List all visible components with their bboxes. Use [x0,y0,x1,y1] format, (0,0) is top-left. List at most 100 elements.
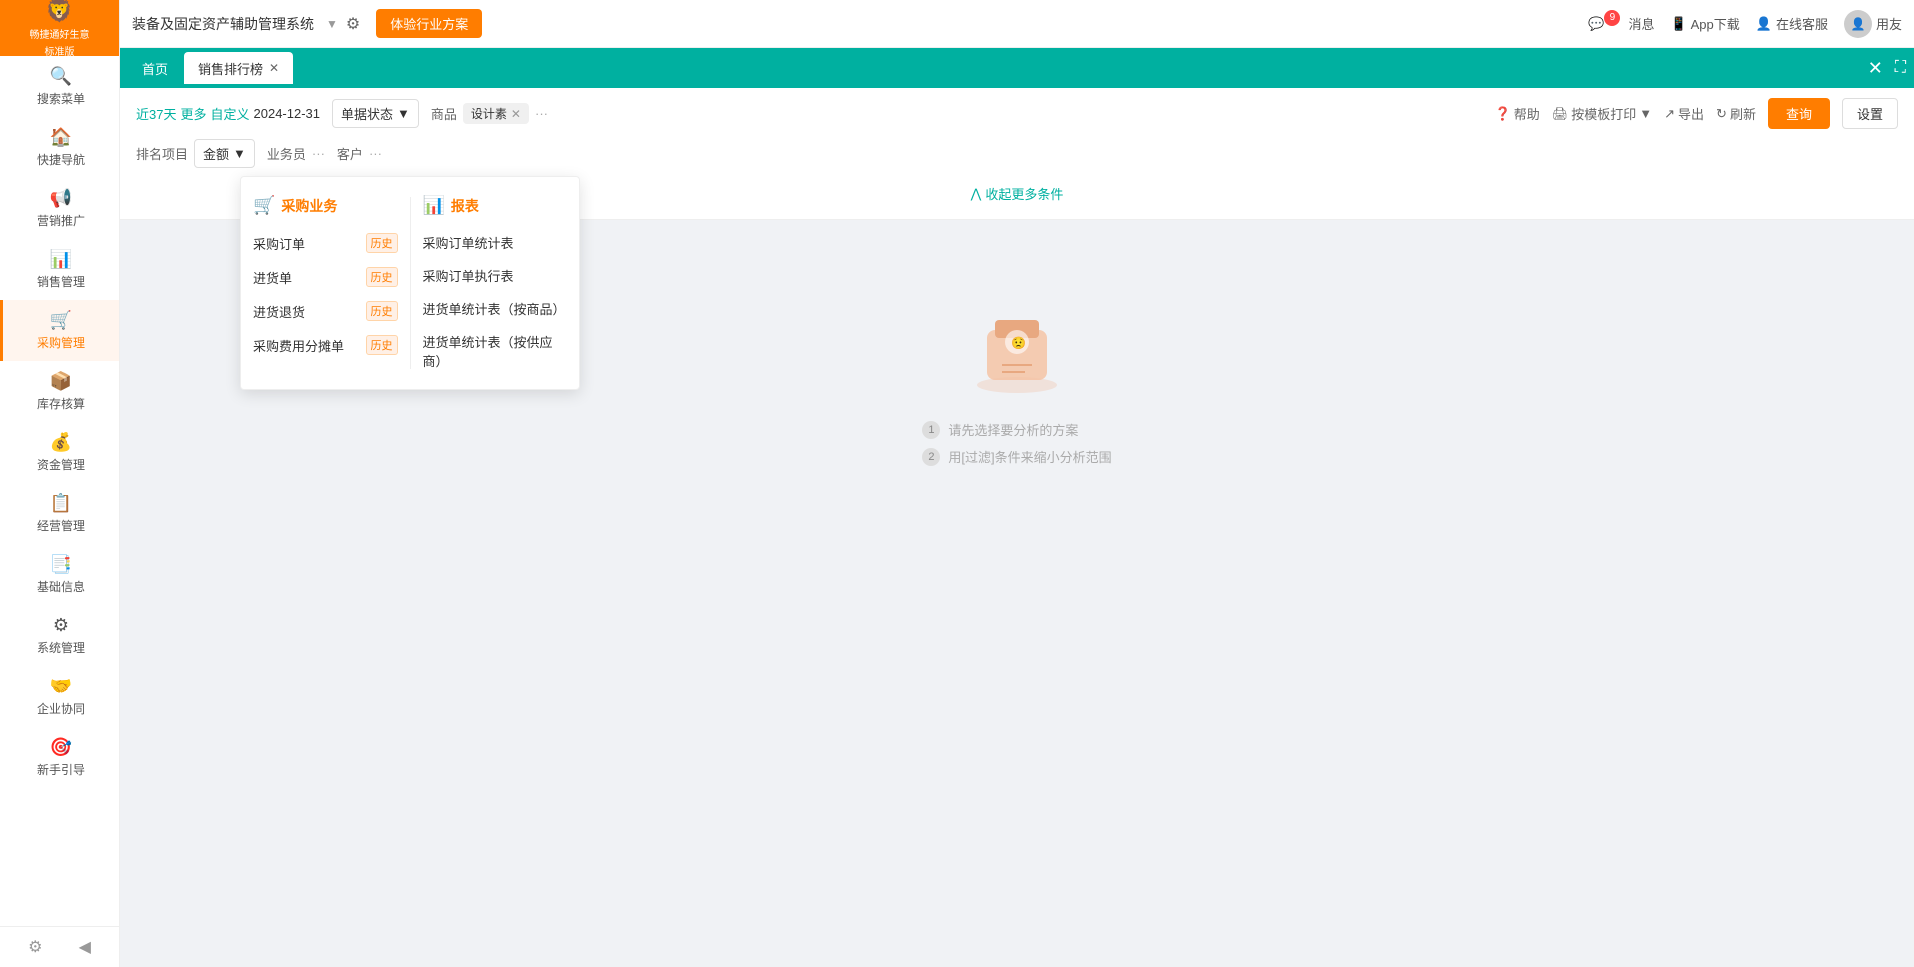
report-col-title: 报表 [451,196,479,216]
tabbar-window-close-icon[interactable]: ✕ [1868,58,1883,79]
dropdown-item-incoming[interactable]: 进货单 历史 [253,260,398,294]
rank-select[interactable]: 金额 ▼ [194,139,255,168]
tip-text-2: 用[过滤]条件来缩小分析范围 [948,447,1111,466]
dropdown-item-order-exec[interactable]: 采购订单执行表 [423,259,568,292]
print-icon: 🖨 [1552,106,1569,122]
dropdown-item-incoming-supplier[interactable]: 进货单统计表（按供应商） [423,325,568,377]
app-download-btn[interactable]: 📱 App下载 [1670,14,1739,33]
sidebar-item-enterprise[interactable]: 🤝 企业协同 [0,666,119,727]
topbar: 装备及固定资产辅助管理系统 ▼ ⚙ 体验行业方案 💬 9 消息 📱 App下载 … [120,0,1914,48]
sidebar-item-quick-nav[interactable]: 🏠 快捷导航 [0,117,119,178]
sidebar-item-marketing[interactable]: 📢 营销推广 [0,178,119,239]
date-preset[interactable]: 近37天 [136,104,176,123]
sidebar-item-label: 新手引导 [37,761,85,778]
incoming-supplier-label: 进货单统计表（按供应商） [423,332,568,370]
refresh-label: 刷新 [1730,104,1756,123]
query-button[interactable]: 查询 [1768,98,1830,129]
dropdown-report-header: 📊 报表 [423,189,568,226]
user-btn[interactable]: 👤 用友 [1844,10,1902,38]
date-more[interactable]: 更多 [180,104,206,123]
goods-tag-close-icon[interactable]: ✕ [511,107,521,121]
collapse-label: 收起更多条件 [985,184,1063,203]
order-status-select[interactable]: 单据状态 ▼ [332,99,419,128]
print-btn[interactable]: 🖨 按模板打印 ▼ [1552,104,1652,123]
industry-btn[interactable]: 体验行业方案 [376,9,482,38]
sidebar-item-label: 经营管理 [37,517,85,534]
online-service-btn[interactable]: 👤 在线客服 [1756,14,1828,33]
message-label: 消息 [1628,14,1654,33]
finance-icon: 💰 [50,432,72,453]
sales-icon: 📊 [50,249,72,270]
sidebar-item-search[interactable]: 🔍 搜索菜单 [0,56,119,117]
rank-value: 金额 [203,144,229,163]
print-arrow: ▼ [1639,106,1652,121]
settings-button[interactable]: 设置 [1842,98,1898,129]
rank-label: 排名项目 [136,144,188,163]
sidebar-item-guide[interactable]: 🎯 新手引导 [0,727,119,788]
tab-home[interactable]: 首页 [128,52,182,84]
purchase-icon: 🛒 [50,310,72,331]
collapse-icon: ⋀ [971,186,982,202]
tab-home-label: 首页 [142,59,168,78]
sidebar-item-inventory[interactable]: 📦 库存核算 [0,361,119,422]
sidebar-item-sales[interactable]: 📊 销售管理 [0,239,119,300]
print-label: 按模板打印 [1571,104,1636,123]
sidebar-item-label: 企业协同 [37,700,85,717]
sidebar-item-label: 采购管理 [37,334,85,351]
date-range: 近37天 更多 自定义 2024-12-31 [136,104,320,123]
date-custom[interactable]: 自定义 [210,104,249,123]
sidebar-item-label: 系统管理 [37,639,85,656]
sidebar-item-operation[interactable]: 📋 经营管理 [0,483,119,544]
sidebar-item-basic[interactable]: 📑 基础信息 [0,544,119,605]
salesperson-dots[interactable]: ··· [312,146,325,161]
search-icon: 🔍 [50,66,72,87]
filter-actions-right: ❓ 帮助 🖨 按模板打印 ▼ ↗ 导出 ↻ 刷新 [1495,98,1898,129]
marketing-icon: 📢 [50,188,72,209]
dropdown-report-col: 📊 报表 采购订单统计表 采购订单执行表 进货单统计表（按商品） 进货单统计表（… [411,189,580,377]
return-label: 进货退货 [253,302,305,321]
help-label: 帮助 [1514,104,1540,123]
dropdown-item-return[interactable]: 进货退货 历史 [253,294,398,328]
sidebar-item-finance[interactable]: 💰 资金管理 [0,422,119,483]
sidebar-item-system[interactable]: ⚙ 系统管理 [0,605,119,666]
dropdown-item-incoming-goods[interactable]: 进货单统计表（按商品） [423,292,568,325]
customer-dots[interactable]: ··· [369,146,382,161]
dropdown-menu: 🛒 采购业务 采购订单 历史 进货单 历史 进货退货 历史 [240,176,580,390]
logo-name: 畅捷通好生意 [30,26,90,41]
service-icon: 👤 [1756,16,1772,32]
help-btn[interactable]: ❓ 帮助 [1495,104,1540,123]
refresh-icon: ↻ [1716,106,1727,122]
topbar-settings-icon[interactable]: ⚙ [346,14,360,34]
message-btn[interactable]: 💬 9 消息 [1588,14,1654,33]
sidebar-collapse-icon[interactable]: ◀ [79,937,91,957]
dropdown-item-expense[interactable]: 采购费用分摊单 历史 [253,328,398,362]
refresh-btn[interactable]: ↻ 刷新 [1716,104,1756,123]
tab-sales-rank-label: 销售排行榜 [198,59,263,78]
sidebar-logo: 🦁 畅捷通好生意 标准版 [0,0,119,56]
export-btn[interactable]: ↗ 导出 [1664,104,1704,123]
incoming-goods-label: 进货单统计表（按商品） [423,299,566,318]
date-value: 2024-12-31 [254,106,321,121]
incoming-label: 进货单 [253,268,292,287]
system-dropdown-icon[interactable]: ▼ [326,17,338,31]
tab-sales-rank[interactable]: 销售排行榜 ✕ [184,52,293,84]
sidebar-item-purchase[interactable]: 🛒 采购管理 [0,300,119,361]
purchase-order-label: 采购订单 [253,234,305,253]
message-badge: 9 [1604,10,1620,26]
tab-close-icon[interactable]: ✕ [269,61,279,75]
goods-tag-text: 设计素 [471,105,507,122]
app-icon: 📱 [1670,16,1686,32]
purchase-col-icon: 🛒 [253,195,275,216]
sidebar-item-label: 营销推广 [37,212,85,229]
system-icon: ⚙ [53,615,69,636]
empty-tips: 1 请先选择要分析的方案 2 用[过滤]条件来缩小分析范围 [922,420,1111,466]
tabbar-expand-icon[interactable]: ⛶ [1895,59,1906,77]
sidebar-settings-icon[interactable]: ⚙ [28,937,42,957]
goods-more-dots[interactable]: ··· [535,106,548,121]
basic-icon: 📑 [50,554,72,575]
dropdown-item-purchase-order[interactable]: 采购订单 历史 [253,226,398,260]
content-area: 近37天 更多 自定义 2024-12-31 单据状态 ▼ 商品 设计素 ✕ ·… [120,88,1914,967]
enterprise-icon: 🤝 [50,676,72,697]
system-name: 装备及固定资产辅助管理系统 [132,14,314,34]
dropdown-item-order-stats[interactable]: 采购订单统计表 [423,226,568,259]
